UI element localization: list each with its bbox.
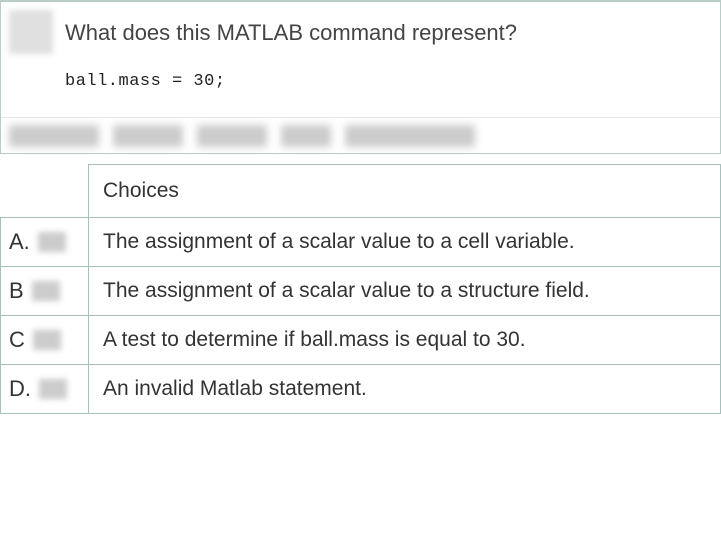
choice-label-cell: C xyxy=(1,316,89,365)
choice-row[interactable]: A. The assignment of a scalar value to a… xyxy=(1,218,721,267)
choice-letter: B xyxy=(9,278,24,303)
choice-label-cell: D. xyxy=(1,365,89,414)
redacted-block xyxy=(9,125,99,147)
choice-text: The assignment of a scalar value to a st… xyxy=(89,267,721,316)
choices-header-label: Choices xyxy=(89,165,721,218)
choice-row[interactable]: C A test to determine if ball.mass is eq… xyxy=(1,316,721,365)
choice-letter: A. xyxy=(9,229,30,254)
redacted-block xyxy=(38,232,66,252)
choice-letter: D. xyxy=(9,376,31,401)
redacted-block xyxy=(197,125,267,147)
question-panel: What does this MATLAB command represent?… xyxy=(0,0,721,154)
empty-header-cell xyxy=(1,165,89,218)
choice-letter: C xyxy=(9,327,25,352)
choice-text: A test to determine if ball.mass is equa… xyxy=(89,316,721,365)
choices-header-row: Choices xyxy=(1,165,721,218)
redacted-block xyxy=(32,281,60,301)
choice-label-cell: A. xyxy=(1,218,89,267)
redacted-block xyxy=(33,330,61,350)
choice-row[interactable]: D. An invalid Matlab statement. xyxy=(1,365,721,414)
choice-row[interactable]: B The assignment of a scalar value to a … xyxy=(1,267,721,316)
question-prompt: What does this MATLAB command represent? xyxy=(61,2,529,54)
question-header: What does this MATLAB command represent? xyxy=(1,2,720,54)
choice-text: The assignment of a scalar value to a ce… xyxy=(89,218,721,267)
code-snippet: ball.mass = 30; xyxy=(1,54,720,117)
choice-text: An invalid Matlab statement. xyxy=(89,365,721,414)
redacted-block xyxy=(281,125,331,147)
choice-label-cell: B xyxy=(1,267,89,316)
redacted-block xyxy=(113,125,183,147)
redacted-toolbar xyxy=(1,117,720,153)
choices-table: Choices A. The assignment of a scalar va… xyxy=(0,164,721,414)
question-icon xyxy=(9,10,53,54)
redacted-block xyxy=(39,379,67,399)
redacted-block xyxy=(345,125,475,147)
